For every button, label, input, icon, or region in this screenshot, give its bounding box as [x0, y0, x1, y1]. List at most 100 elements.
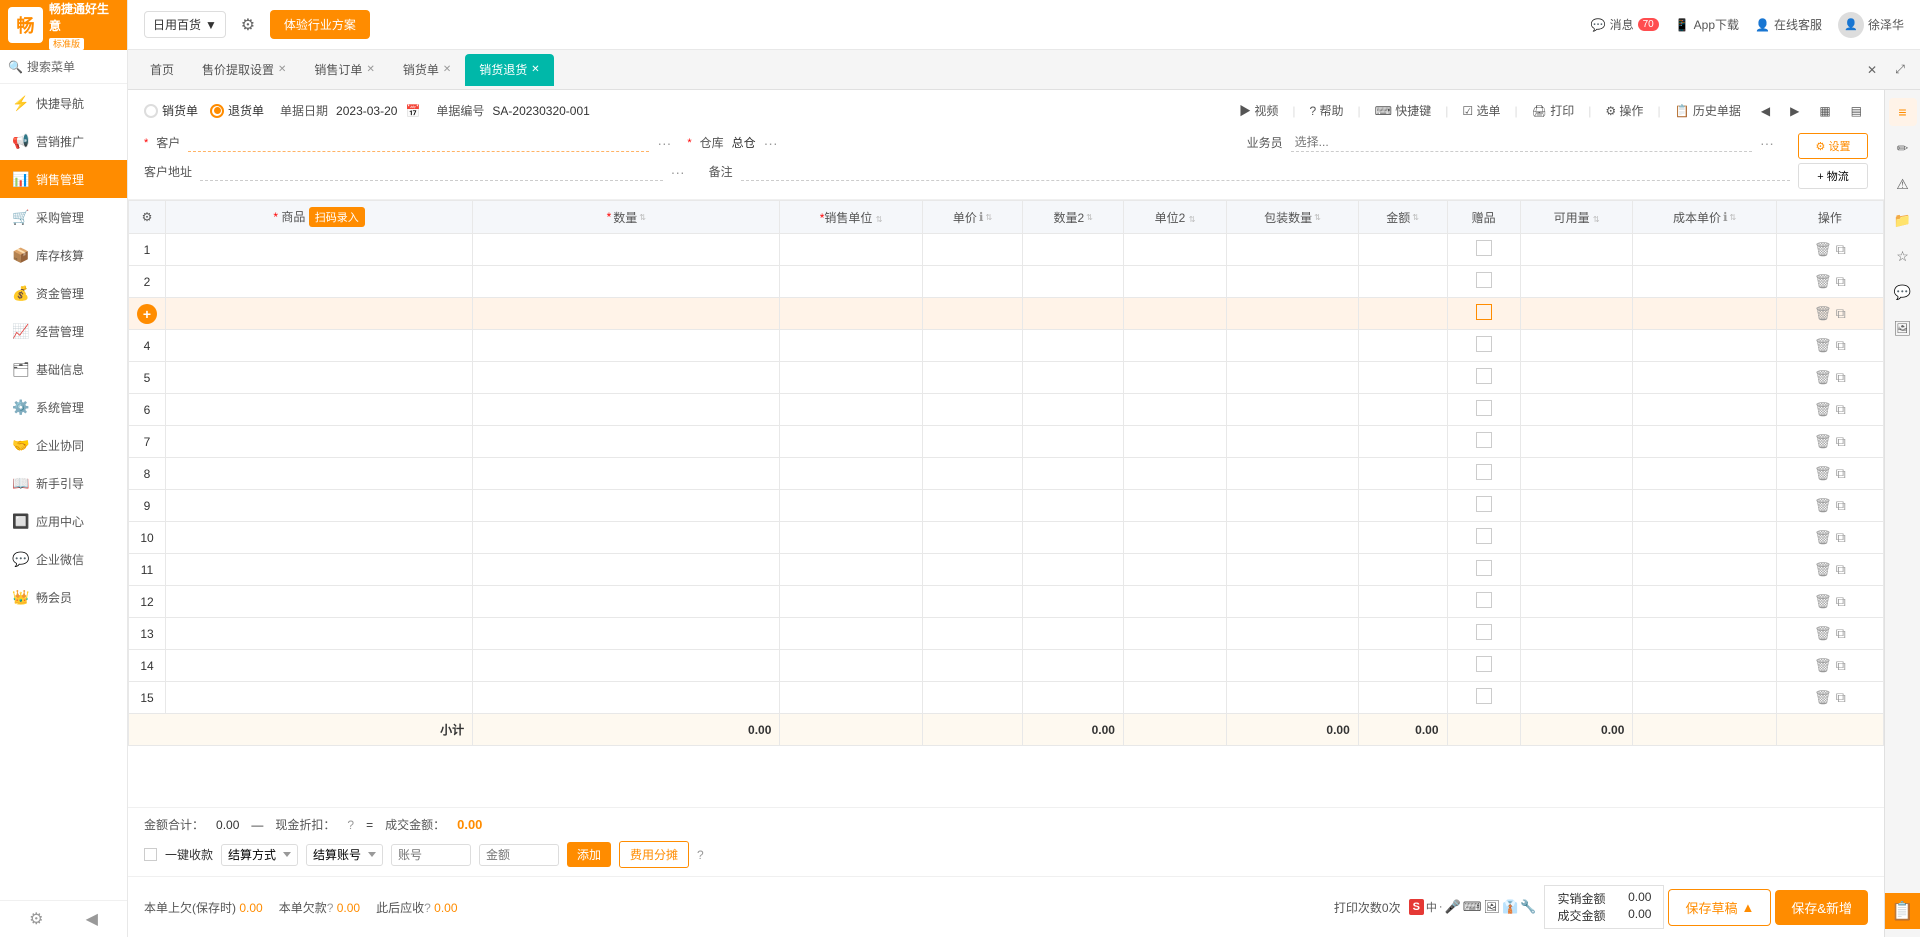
av8[interactable]	[1520, 458, 1633, 490]
u213[interactable]	[1123, 618, 1226, 650]
tab-price-settings[interactable]: 售价提取设置 ✕	[188, 54, 300, 86]
pkg-qty-cell-2[interactable]	[1227, 266, 1359, 298]
address-dots-icon[interactable]: ···	[671, 164, 685, 180]
p11[interactable]	[166, 554, 473, 586]
toolbar-help[interactable]: ? 帮助	[1304, 100, 1350, 121]
one-click-payment-checkbox[interactable]	[144, 848, 157, 861]
up14[interactable]	[922, 650, 1023, 682]
p13[interactable]	[166, 618, 473, 650]
av9[interactable]	[1520, 490, 1633, 522]
up15[interactable]	[922, 682, 1023, 714]
p7[interactable]	[166, 426, 473, 458]
up4[interactable]	[922, 330, 1023, 362]
cpy6[interactable]: ⧉	[1836, 401, 1846, 418]
del12[interactable]: 🗑	[1814, 593, 1832, 610]
cp14[interactable]	[1633, 650, 1776, 682]
cpy7[interactable]: ⧉	[1836, 433, 1846, 450]
toolbar-shortcut[interactable]: ⌨ 快捷键	[1369, 100, 1438, 121]
toolbar-prev[interactable]: ◀	[1755, 102, 1776, 120]
gc5[interactable]	[1476, 368, 1492, 384]
g6[interactable]	[1447, 394, 1520, 426]
g8[interactable]	[1447, 458, 1520, 490]
a7[interactable]	[1358, 426, 1447, 458]
maximize-icon[interactable]: ⤢	[1888, 58, 1912, 82]
del14[interactable]: 🗑	[1814, 657, 1832, 674]
del6[interactable]: 🗑	[1814, 401, 1832, 418]
su10[interactable]	[780, 522, 922, 554]
q210[interactable]	[1023, 522, 1124, 554]
amount-cell-1[interactable]	[1358, 234, 1447, 266]
account-select[interactable]: 结算账号	[306, 844, 383, 866]
ime-icon3[interactable]: 🖼	[1484, 899, 1501, 915]
g5[interactable]	[1447, 362, 1520, 394]
up8[interactable]	[922, 458, 1023, 490]
av11[interactable]	[1520, 554, 1633, 586]
salesperson-input[interactable]	[1291, 133, 1752, 152]
q212[interactable]	[1023, 586, 1124, 618]
u25[interactable]	[1123, 362, 1226, 394]
product-cell-1[interactable]	[166, 234, 473, 266]
cpy14[interactable]: ⧉	[1836, 657, 1846, 674]
sort-icon6[interactable]: ⇅	[1314, 213, 1321, 222]
tab-sales-order[interactable]: 销售订单 ✕	[300, 54, 388, 86]
q6[interactable]	[473, 394, 780, 426]
pq9[interactable]	[1227, 490, 1359, 522]
sidebar-item-purchase[interactable]: 🛒 采购管理	[0, 198, 127, 236]
u28[interactable]	[1123, 458, 1226, 490]
qty-cell-2[interactable]	[473, 266, 780, 298]
gift-checkbox-3[interactable]	[1476, 304, 1492, 320]
right-panel-icon-comment[interactable]: 💬	[1889, 278, 1917, 306]
av13[interactable]	[1520, 618, 1633, 650]
a13[interactable]	[1358, 618, 1447, 650]
gift-checkbox-1[interactable]	[1476, 240, 1492, 256]
cpy11[interactable]: ⧉	[1836, 561, 1846, 578]
pq6[interactable]	[1227, 394, 1359, 426]
cpy12[interactable]: ⧉	[1836, 593, 1846, 610]
sort-icon4[interactable]: ⇅	[1086, 213, 1093, 222]
right-panel-icon-table[interactable]: ≡	[1889, 98, 1917, 126]
su11[interactable]	[780, 554, 922, 586]
q215[interactable]	[1023, 682, 1124, 714]
sidebar-item-wechat[interactable]: 💬 企业微信	[0, 540, 127, 578]
right-panel-icon-folder[interactable]: 📁	[1889, 206, 1917, 234]
up10[interactable]	[922, 522, 1023, 554]
amount-input[interactable]	[479, 844, 559, 866]
cpy4[interactable]: ⧉	[1836, 337, 1846, 354]
amount-cell-2[interactable]	[1358, 266, 1447, 298]
pq8[interactable]	[1227, 458, 1359, 490]
ime-keyboard[interactable]: ⌨	[1463, 899, 1482, 915]
settlement-method-select[interactable]: 结算方式	[221, 844, 298, 866]
toolbar-grid1[interactable]: ▦	[1813, 102, 1836, 120]
pq4[interactable]	[1227, 330, 1359, 362]
right-panel-icon-star[interactable]: ☆	[1889, 242, 1917, 270]
cp9[interactable]	[1633, 490, 1776, 522]
right-panel-orange-button[interactable]: 📋	[1885, 893, 1920, 929]
pq12[interactable]	[1227, 586, 1359, 618]
g9[interactable]	[1447, 490, 1520, 522]
gc14[interactable]	[1476, 656, 1492, 672]
gc13[interactable]	[1476, 624, 1492, 640]
online-service-item[interactable]: 👤 在线客服	[1755, 16, 1822, 33]
gift-cell-3[interactable]	[1447, 298, 1520, 330]
u211[interactable]	[1123, 554, 1226, 586]
question-icon[interactable]: ?	[347, 818, 354, 832]
sales-unit-cell-2[interactable]	[780, 266, 922, 298]
del10[interactable]: 🗑	[1814, 529, 1832, 546]
q9[interactable]	[473, 490, 780, 522]
pq11[interactable]	[1227, 554, 1359, 586]
tab-home[interactable]: 首页	[136, 54, 188, 86]
a6[interactable]	[1358, 394, 1447, 426]
cpy10[interactable]: ⧉	[1836, 529, 1846, 546]
g14[interactable]	[1447, 650, 1520, 682]
g15[interactable]	[1447, 682, 1520, 714]
gift-cell-2[interactable]	[1447, 266, 1520, 298]
gc9[interactable]	[1476, 496, 1492, 512]
a14[interactable]	[1358, 650, 1447, 682]
tab-sales-delivery-close[interactable]: ✕	[443, 64, 451, 75]
del13[interactable]: 🗑	[1814, 625, 1832, 642]
del7[interactable]: 🗑	[1814, 433, 1832, 450]
sales-unit-cell-3[interactable]	[780, 298, 922, 330]
a11[interactable]	[1358, 554, 1447, 586]
up9[interactable]	[922, 490, 1023, 522]
save-draft-button[interactable]: 保存草稿 ▲	[1668, 889, 1771, 926]
